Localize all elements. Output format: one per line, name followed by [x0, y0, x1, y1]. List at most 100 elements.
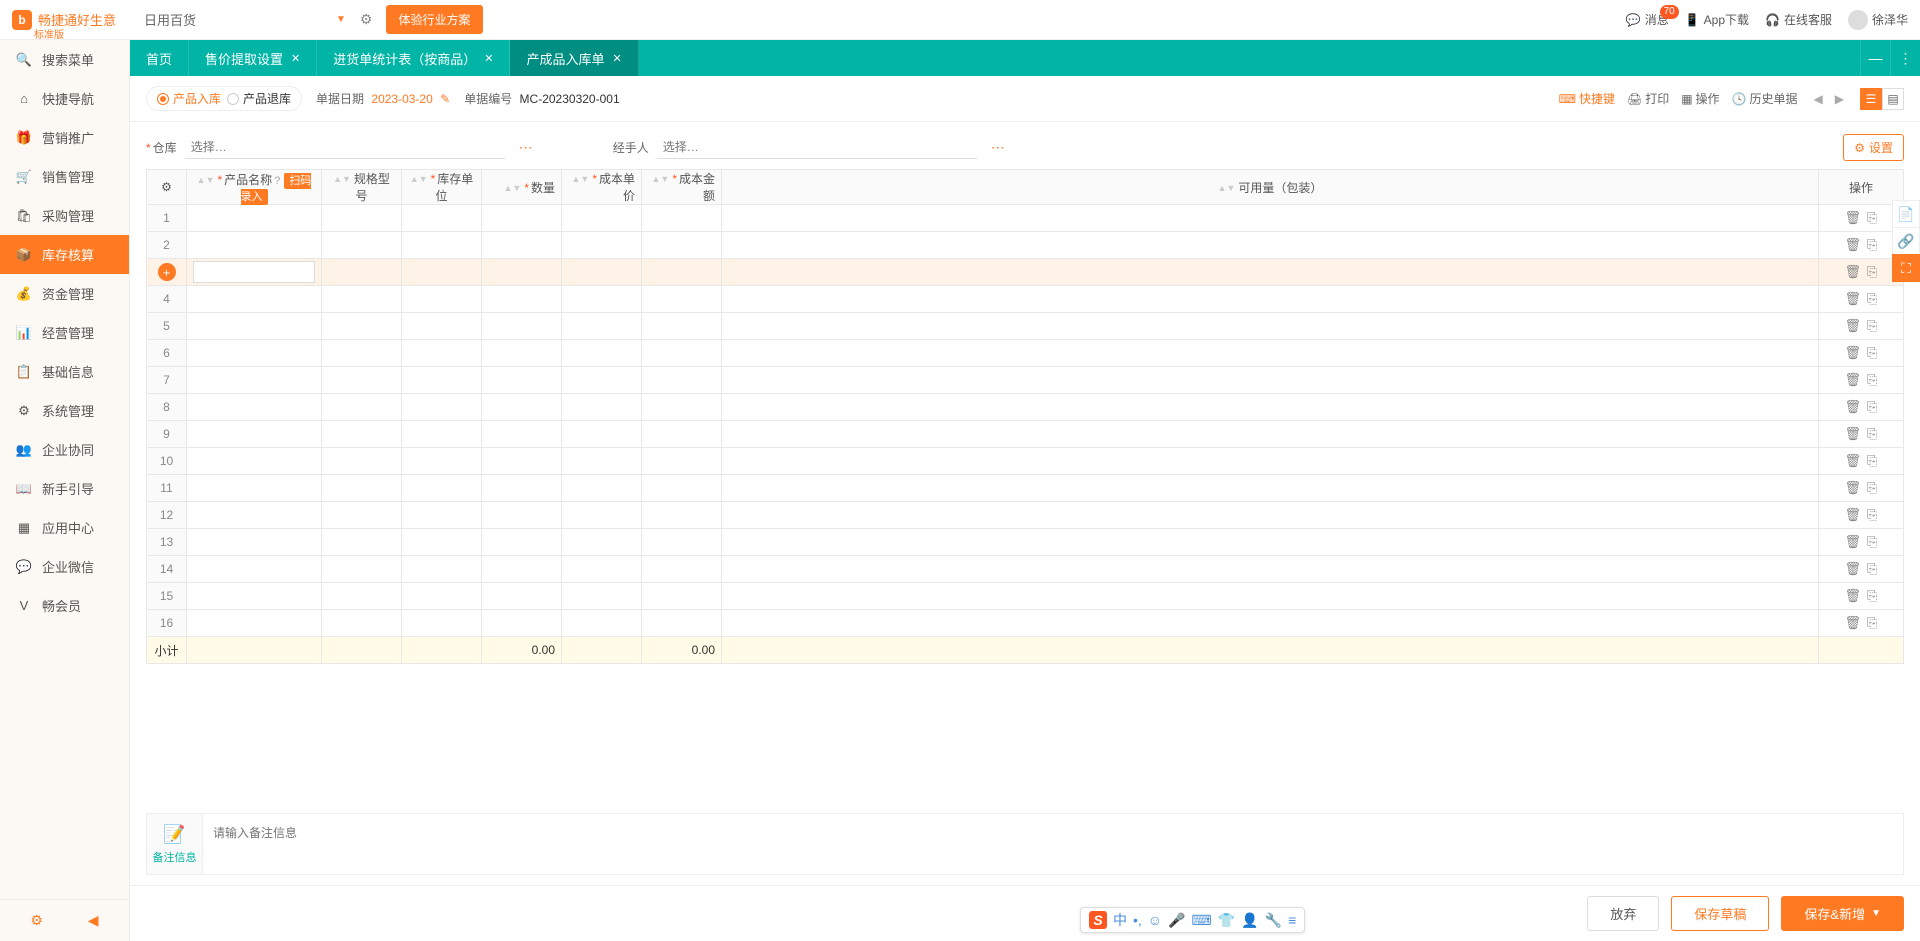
online-service-link[interactable]: 🎧 在线客服: [1765, 11, 1832, 28]
copy-icon[interactable]: ⎘: [1867, 453, 1877, 468]
table-row[interactable]: 12🗑⎘: [147, 502, 1904, 529]
cell-product[interactable]: [187, 205, 322, 232]
cell-product[interactable]: [187, 448, 322, 475]
cell-spec[interactable]: [322, 394, 402, 421]
cell-price[interactable]: [562, 205, 642, 232]
col-price[interactable]: ▲▼*成本单价: [562, 170, 642, 205]
col-product[interactable]: ▲▼*产品名称?扫码录入: [187, 170, 322, 205]
cell-unit[interactable]: [402, 286, 482, 313]
delete-icon[interactable]: 🗑: [1845, 561, 1862, 576]
cell-product[interactable]: [187, 394, 322, 421]
next-icon[interactable]: ▶: [1831, 90, 1848, 108]
copy-icon[interactable]: ⎘: [1867, 615, 1877, 630]
cell-qty[interactable]: [482, 286, 562, 313]
cell-qty[interactable]: [482, 259, 562, 286]
cell-amount[interactable]: [642, 502, 722, 529]
cell-qty[interactable]: [482, 313, 562, 340]
cell-amount[interactable]: [642, 286, 722, 313]
cell-price[interactable]: [562, 232, 642, 259]
ime-bar[interactable]: S 中 •, ☺ 🎤 ⌨ 👕 👤 🔧 ≡: [1080, 907, 1305, 933]
col-available[interactable]: ▲▼可用量（包装）: [722, 170, 1819, 205]
tab-product-inbound[interactable]: 产成品入库单✕: [510, 40, 638, 76]
cell-product[interactable]: [187, 583, 322, 610]
table-row[interactable]: 1🗑⎘: [147, 205, 1904, 232]
cell-amount[interactable]: [642, 610, 722, 637]
cell-spec[interactable]: [322, 556, 402, 583]
copy-icon[interactable]: ⎘: [1867, 372, 1877, 387]
add-row-icon[interactable]: +: [158, 263, 176, 281]
copy-icon[interactable]: ⎘: [1867, 345, 1877, 360]
ime-tool-icon[interactable]: 🔧: [1265, 912, 1282, 929]
cell-qty[interactable]: [482, 556, 562, 583]
delete-icon[interactable]: 🗑: [1845, 534, 1862, 549]
table-row[interactable]: 16🗑⎘: [147, 610, 1904, 637]
table-row[interactable]: 2🗑⎘: [147, 232, 1904, 259]
cell-amount[interactable]: [642, 583, 722, 610]
delete-icon[interactable]: 🗑: [1845, 237, 1862, 252]
cell-product[interactable]: [187, 259, 322, 286]
user-menu[interactable]: 徐泽华: [1848, 10, 1908, 30]
close-icon[interactable]: ✕: [291, 52, 300, 65]
cell-amount[interactable]: [642, 340, 722, 367]
operate-link[interactable]: ▦操作: [1681, 90, 1719, 107]
cell-product[interactable]: [187, 367, 322, 394]
close-icon[interactable]: ✕: [613, 52, 622, 65]
delete-icon[interactable]: 🗑: [1845, 372, 1862, 387]
bill-date-value[interactable]: 2023-03-20: [371, 92, 432, 106]
cell-amount[interactable]: [642, 394, 722, 421]
cell-spec[interactable]: [322, 583, 402, 610]
cell-available[interactable]: [722, 367, 1819, 394]
copy-icon[interactable]: ⎘: [1867, 237, 1877, 252]
cell-amount[interactable]: [642, 421, 722, 448]
cell-amount[interactable]: [642, 205, 722, 232]
cell-available[interactable]: [722, 556, 1819, 583]
table-row[interactable]: 5🗑⎘: [147, 313, 1904, 340]
delete-icon[interactable]: 🗑: [1845, 264, 1862, 279]
history-link[interactable]: 🕓历史单据: [1732, 90, 1798, 107]
sidebar-item-guide[interactable]: 📖新手引导: [0, 469, 129, 508]
cell-price[interactable]: [562, 421, 642, 448]
table-row[interactable]: 7🗑⎘: [147, 367, 1904, 394]
messages-link[interactable]: 💬 消息 70: [1626, 11, 1669, 28]
cell-product[interactable]: [187, 313, 322, 340]
app-download-link[interactable]: 📱 App下载: [1685, 11, 1749, 28]
cell-qty[interactable]: [482, 475, 562, 502]
copy-icon[interactable]: ⎘: [1867, 399, 1877, 414]
cell-available[interactable]: [722, 340, 1819, 367]
cell-qty[interactable]: [482, 367, 562, 394]
cell-available[interactable]: [722, 313, 1819, 340]
more-icon[interactable]: ⋯: [519, 139, 533, 156]
cell-price[interactable]: [562, 583, 642, 610]
tab-price-setting[interactable]: 售价提取设置✕: [189, 40, 317, 76]
sidebar-item-business[interactable]: 📊经营管理: [0, 313, 129, 352]
table-row[interactable]: 4🗑⎘: [147, 286, 1904, 313]
delete-icon[interactable]: 🗑: [1845, 588, 1862, 603]
ime-skin-icon[interactable]: 👕: [1218, 912, 1235, 929]
cell-available[interactable]: [722, 421, 1819, 448]
cell-available[interactable]: [722, 502, 1819, 529]
ime-mic-icon[interactable]: 🎤: [1168, 912, 1185, 929]
cell-price[interactable]: [562, 394, 642, 421]
product-input[interactable]: [193, 261, 315, 283]
cell-available[interactable]: [722, 610, 1819, 637]
sidebar-item-purchase[interactable]: 🛍采购管理: [0, 196, 129, 235]
sidebar-item-inventory[interactable]: 📦库存核算: [0, 235, 129, 274]
cell-spec[interactable]: [322, 232, 402, 259]
cell-amount[interactable]: [642, 475, 722, 502]
cell-available[interactable]: [722, 394, 1819, 421]
sidebar-item-collab[interactable]: 👥企业协同: [0, 430, 129, 469]
copy-icon[interactable]: ⎘: [1867, 534, 1877, 549]
cell-unit[interactable]: [402, 556, 482, 583]
cell-unit[interactable]: [402, 259, 482, 286]
cell-product[interactable]: [187, 232, 322, 259]
cell-product[interactable]: [187, 610, 322, 637]
copy-icon[interactable]: ⎘: [1867, 210, 1877, 225]
cell-unit[interactable]: [402, 313, 482, 340]
table-row[interactable]: +🗑⎘: [147, 259, 1904, 286]
delete-icon[interactable]: 🗑: [1845, 345, 1862, 360]
cell-qty[interactable]: [482, 205, 562, 232]
cell-price[interactable]: [562, 286, 642, 313]
table-row[interactable]: 10🗑⎘: [147, 448, 1904, 475]
delete-icon[interactable]: 🗑: [1845, 426, 1862, 441]
settings-icon[interactable]: ⚙: [30, 912, 43, 929]
